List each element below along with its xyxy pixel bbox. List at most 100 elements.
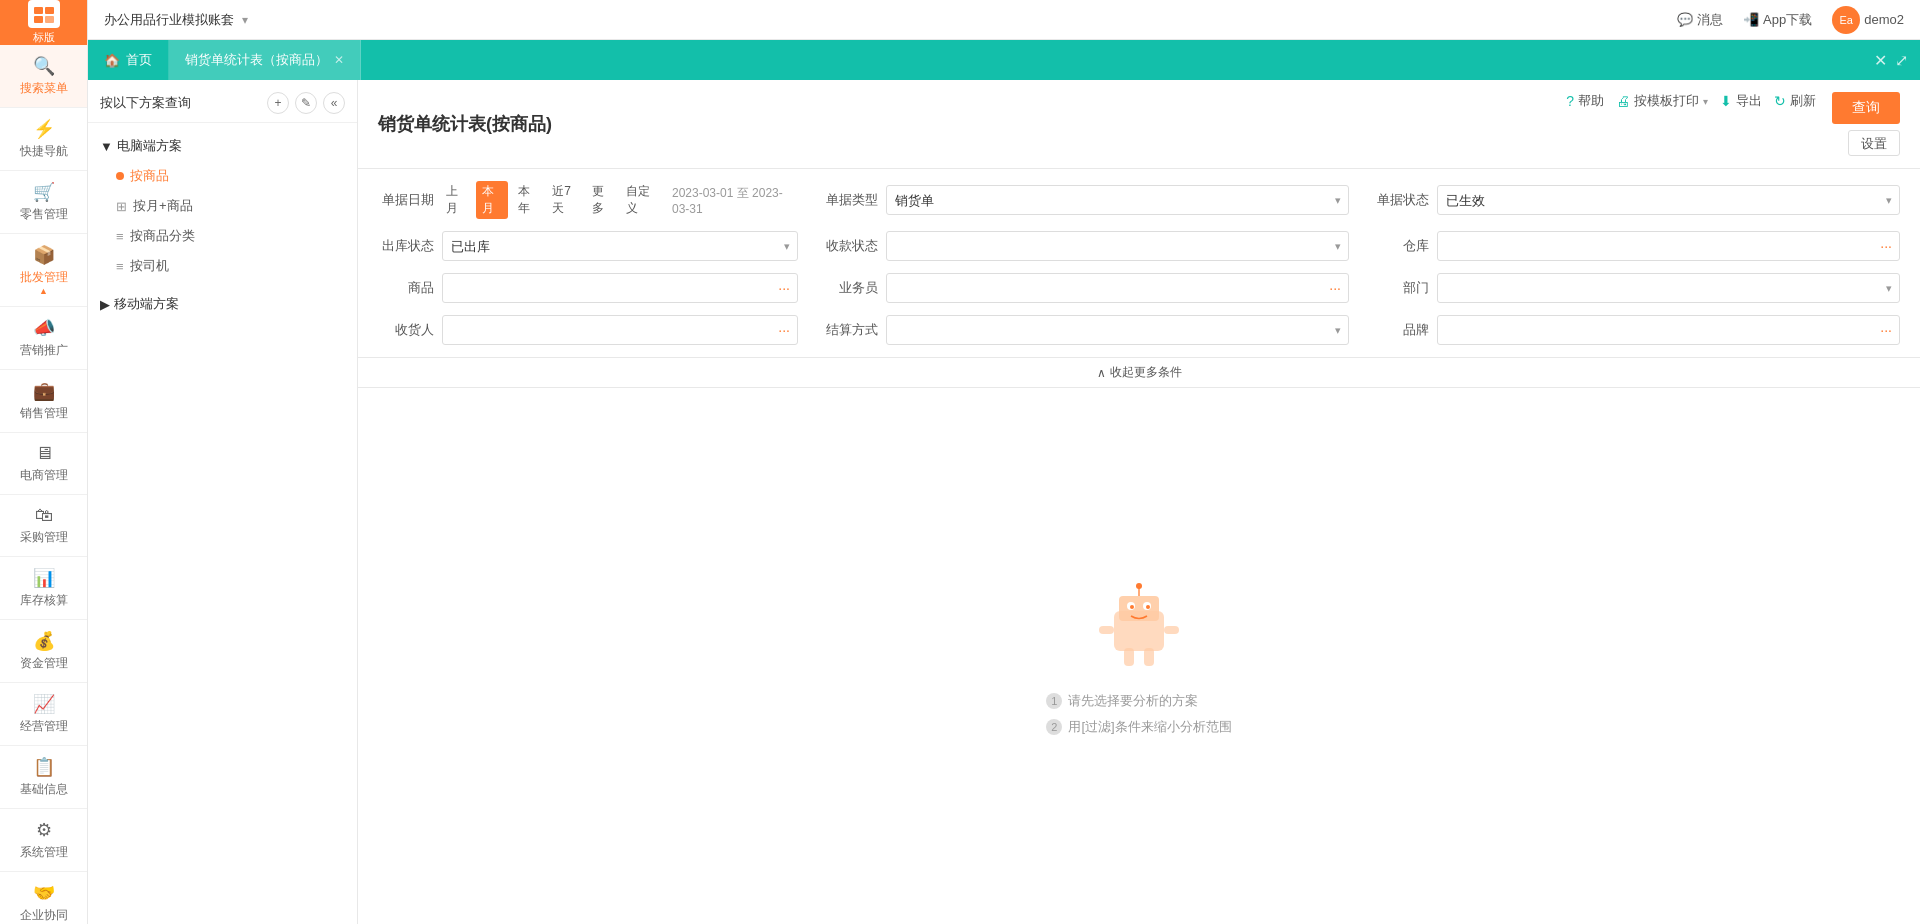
sidebar-item-purchase[interactable]: 🛍 采购管理	[0, 495, 87, 557]
filter-payment: 收款状态 ▾	[822, 231, 1349, 261]
scheme-add-btn[interactable]: +	[267, 92, 289, 114]
sidebar-item-basicinfo[interactable]: 📋 基础信息	[0, 746, 87, 809]
message-icon: 💬	[1677, 12, 1693, 27]
svg-point-11	[1136, 583, 1142, 589]
receiver-input-wrap: ···	[442, 315, 798, 345]
date-btn-last-month[interactable]: 上月	[442, 181, 470, 219]
brand-label: 品牌	[1373, 321, 1429, 339]
sidebar-item-system[interactable]: ⚙ 系统管理	[0, 809, 87, 872]
sidebar-item-inventory[interactable]: 📊 库存核算	[0, 557, 87, 620]
tip-text-2: 用[过滤]条件来缩小分析范围	[1068, 718, 1231, 736]
sidebar-item-ecommerce[interactable]: 🖥 电商管理	[0, 433, 87, 495]
tab-controls: ✕ ⤢	[1862, 40, 1920, 80]
scheme-item-by-category-label: 按商品分类	[130, 227, 195, 245]
scheme-collapse-btn[interactable]: «	[323, 92, 345, 114]
topbar-title: 办公用品行业模拟账套	[104, 11, 234, 29]
sales-icon: 💼	[33, 380, 55, 402]
warehouse-input[interactable]	[1437, 231, 1900, 261]
settlement-select[interactable]	[886, 315, 1349, 345]
close-all-icon[interactable]: ✕	[1874, 51, 1887, 70]
app-download-btn[interactable]: 📲 App下载	[1743, 11, 1812, 29]
product-input[interactable]	[442, 273, 798, 303]
tab-close-icon[interactable]: ✕	[334, 53, 344, 67]
sidebar-item-search[interactable]: 🔍 搜索菜单	[0, 45, 87, 108]
topbar: 办公用品行业模拟账套 ▾ 💬 消息 📲 App下载 Ea demo2	[88, 0, 1920, 40]
scheme-edit-btn[interactable]: ✎	[295, 92, 317, 114]
warehouse-dots[interactable]: ···	[1880, 238, 1892, 254]
operations-icon: 📈	[33, 693, 55, 715]
warehouse-label: 仓库	[1373, 237, 1429, 255]
logo-icon	[28, 0, 60, 28]
receiver-dots[interactable]: ···	[778, 322, 790, 338]
sidebar-item-sales[interactable]: 💼 销售管理	[0, 370, 87, 433]
doc-type-select[interactable]: 销货单	[886, 185, 1349, 215]
brand-dots[interactable]: ···	[1880, 322, 1892, 338]
refresh-btn[interactable]: ↻ 刷新	[1774, 92, 1816, 110]
date-btn-custom[interactable]: 自定义	[622, 181, 660, 219]
sidebar: 标版 🔍 搜索菜单 ⚡ 快捷导航 🛒 零售管理 📦 批发管理 ▲ 📣 营销推广 …	[0, 0, 88, 924]
retail-icon: 🛒	[33, 181, 55, 203]
filter-doc-type: 单据类型 销货单 ▾	[822, 185, 1349, 215]
sidebar-item-enterprise-coop[interactable]: 🤝 企业协同	[0, 872, 87, 924]
sidebar-item-operations[interactable]: 📈 经营管理	[0, 683, 87, 746]
template-print-btn[interactable]: 🖨 按模板打印 ▾	[1616, 92, 1708, 110]
date-btn-7days[interactable]: 近7天	[548, 181, 582, 219]
tip-num-2: 2	[1046, 719, 1062, 735]
scheme-group-desktop[interactable]: ▼ 电脑端方案	[88, 131, 357, 161]
tab-sales-stats[interactable]: 销货单统计表（按商品） ✕	[169, 40, 361, 80]
sidebar-item-retail[interactable]: 🛒 零售管理	[0, 171, 87, 234]
svg-rect-1	[45, 7, 54, 14]
settlement-select-wrap: ▾	[886, 315, 1349, 345]
svg-rect-2	[34, 16, 43, 23]
settings-btn[interactable]: 设置	[1848, 130, 1900, 156]
scheme-item-by-category[interactable]: ≡ 按商品分类	[88, 221, 357, 251]
outbound-select[interactable]: 已出库	[442, 231, 798, 261]
sidebar-item-wholesale[interactable]: 📦 批发管理 ▲	[0, 234, 87, 307]
help-btn[interactable]: ? 帮助	[1566, 92, 1604, 110]
refresh-icon: ↻	[1774, 93, 1786, 109]
scheme-item-by-cashier[interactable]: ≡ 按司机	[88, 251, 357, 281]
filter-brand: 品牌 ···	[1373, 315, 1900, 345]
sidebar-item-quicknav[interactable]: ⚡ 快捷导航	[0, 108, 87, 171]
user-menu[interactable]: Ea demo2	[1832, 6, 1904, 34]
scheme-group-mobile[interactable]: ▶ 移动端方案	[88, 289, 357, 319]
brand-input[interactable]	[1437, 315, 1900, 345]
collapse-up-icon: ∧	[1097, 366, 1106, 380]
tab-home[interactable]: 🏠 首页	[88, 40, 169, 80]
product-dots[interactable]: ···	[778, 280, 790, 296]
filter-outbound: 出库状态 已出库 ▾	[378, 231, 798, 261]
inventory-icon: 📊	[33, 567, 55, 589]
export-btn[interactable]: ⬇ 导出	[1720, 92, 1762, 110]
settlement-label: 结算方式	[822, 321, 878, 339]
purchase-icon: 🛍	[35, 505, 53, 526]
doc-status-select-wrap: 已生效 ▾	[1437, 185, 1900, 215]
date-btn-this-month[interactable]: 本月	[476, 181, 508, 219]
doc-status-select[interactable]: 已生效	[1437, 185, 1900, 215]
app-logo[interactable]: 标版	[0, 0, 88, 45]
doc-status-label: 单据状态	[1373, 191, 1429, 209]
template-print-label: 按模板打印	[1634, 92, 1699, 110]
message-btn[interactable]: 💬 消息	[1677, 11, 1723, 29]
export-label: 导出	[1736, 92, 1762, 110]
collapse-btn[interactable]: ∧ 收起更多条件	[1097, 364, 1182, 381]
sidebar-item-finance[interactable]: 💰 资金管理	[0, 620, 87, 683]
expand-icon[interactable]: ⤢	[1895, 51, 1908, 70]
list-icon-1: ≡	[116, 229, 124, 244]
department-select[interactable]	[1437, 273, 1900, 303]
date-btn-this-year[interactable]: 本年	[514, 181, 542, 219]
scheme-item-by-month-product[interactable]: ⊞ 按月+商品	[88, 191, 357, 221]
topbar-dropdown-icon[interactable]: ▾	[242, 13, 248, 27]
receiver-input[interactable]	[442, 315, 798, 345]
sidebar-item-marketing[interactable]: 📣 营销推广	[0, 307, 87, 370]
finance-label: 资金管理	[20, 655, 68, 672]
operations-label: 经营管理	[20, 718, 68, 735]
date-btn-more[interactable]: 更多	[588, 181, 616, 219]
salesperson-input[interactable]	[886, 273, 1349, 303]
salesperson-dots[interactable]: ···	[1329, 280, 1341, 296]
payment-select[interactable]	[886, 231, 1349, 261]
scheme-item-by-product[interactable]: 按商品	[88, 161, 357, 191]
date-quick-btns: 上月 本月 本年 近7天 更多 自定义	[442, 181, 660, 219]
date-label: 单据日期	[378, 191, 434, 209]
system-icon: ⚙	[36, 819, 52, 841]
query-btn[interactable]: 查询	[1832, 92, 1900, 124]
